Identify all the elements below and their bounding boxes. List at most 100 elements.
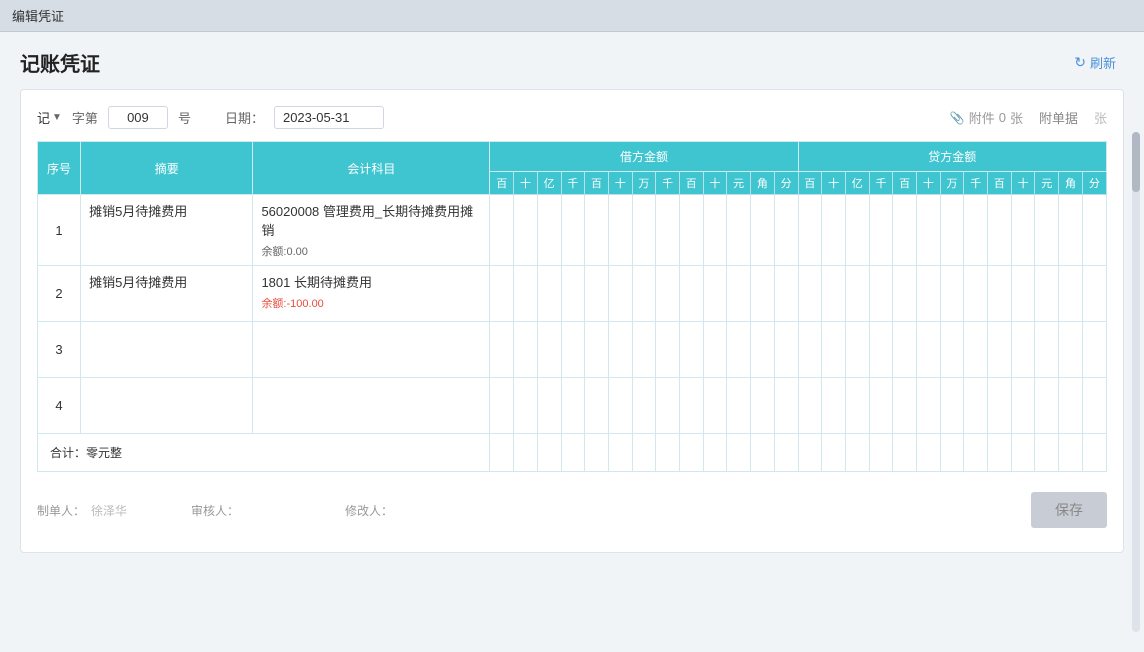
table-row[interactable]: 1摊销5月待摊费用56020008 管理费用_长期待摊费用摊销余额:0.00	[38, 195, 1107, 266]
row-1-debit-10[interactable]	[727, 266, 751, 322]
row-1-account[interactable]: 1801 长期待摊费用余额:-100.00	[253, 266, 490, 322]
attachment-link[interactable]: 📎 附件 0 张	[950, 108, 1023, 127]
row-2-debit-1[interactable]	[514, 322, 538, 378]
row-2-credit-6[interactable]	[940, 322, 964, 378]
row-2-debit-9[interactable]	[703, 322, 727, 378]
row-1-debit-0[interactable]	[490, 266, 514, 322]
row-2-debit-0[interactable]	[490, 322, 514, 378]
row-2-debit-11[interactable]	[751, 322, 775, 378]
row-2-credit-12[interactable]	[1082, 322, 1106, 378]
row-0-debit-9[interactable]	[703, 195, 727, 266]
row-3-credit-5[interactable]	[916, 378, 940, 434]
row-2-debit-3[interactable]	[561, 322, 585, 378]
date-input[interactable]	[274, 106, 384, 129]
row-0-credit-1[interactable]	[822, 195, 846, 266]
row-0-debit-5[interactable]	[608, 195, 632, 266]
row-1-credit-9[interactable]	[1011, 266, 1035, 322]
row-3-credit-2[interactable]	[845, 378, 869, 434]
row-2-debit-5[interactable]	[608, 322, 632, 378]
row-1-credit-0[interactable]	[798, 266, 822, 322]
row-1-debit-12[interactable]	[774, 266, 798, 322]
row-2-credit-7[interactable]	[964, 322, 988, 378]
row-2-debit-12[interactable]	[774, 322, 798, 378]
row-2-credit-1[interactable]	[822, 322, 846, 378]
row-1-debit-9[interactable]	[703, 266, 727, 322]
row-2-credit-10[interactable]	[1035, 322, 1059, 378]
row-0-debit-12[interactable]	[774, 195, 798, 266]
row-3-debit-5[interactable]	[608, 378, 632, 434]
row-2-account[interactable]	[253, 322, 490, 378]
row-0-debit-6[interactable]	[632, 195, 656, 266]
row-1-credit-10[interactable]	[1035, 266, 1059, 322]
row-3-credit-0[interactable]	[798, 378, 822, 434]
row-0-debit-4[interactable]	[585, 195, 609, 266]
row-0-debit-3[interactable]	[561, 195, 585, 266]
row-3-debit-6[interactable]	[632, 378, 656, 434]
row-3-credit-3[interactable]	[869, 378, 893, 434]
row-3-credit-6[interactable]	[940, 378, 964, 434]
row-3-account[interactable]	[253, 378, 490, 434]
row-1-credit-11[interactable]	[1059, 266, 1083, 322]
row-1-credit-7[interactable]	[964, 266, 988, 322]
scrollbar-thumb[interactable]	[1132, 132, 1140, 192]
row-0-credit-2[interactable]	[845, 195, 869, 266]
row-3-credit-10[interactable]	[1035, 378, 1059, 434]
row-0-credit-6[interactable]	[940, 195, 964, 266]
row-1-debit-11[interactable]	[751, 266, 775, 322]
row-0-credit-9[interactable]	[1011, 195, 1035, 266]
row-3-debit-7[interactable]	[656, 378, 680, 434]
row-0-credit-5[interactable]	[916, 195, 940, 266]
row-2-summary[interactable]	[81, 322, 253, 378]
row-3-credit-4[interactable]	[893, 378, 917, 434]
row-1-credit-6[interactable]	[940, 266, 964, 322]
row-3-debit-1[interactable]	[514, 378, 538, 434]
row-1-credit-1[interactable]	[822, 266, 846, 322]
voucher-number-input[interactable]	[108, 106, 168, 129]
row-0-credit-4[interactable]	[893, 195, 917, 266]
row-2-credit-8[interactable]	[988, 322, 1012, 378]
row-1-credit-8[interactable]	[988, 266, 1012, 322]
row-0-debit-7[interactable]	[656, 195, 680, 266]
row-2-debit-8[interactable]	[679, 322, 703, 378]
row-1-debit-6[interactable]	[632, 266, 656, 322]
table-row[interactable]: 4	[38, 378, 1107, 434]
row-3-credit-8[interactable]	[988, 378, 1012, 434]
row-0-summary[interactable]: 摊销5月待摊费用	[81, 195, 253, 266]
row-0-debit-8[interactable]	[679, 195, 703, 266]
row-0-debit-0[interactable]	[490, 195, 514, 266]
row-2-credit-9[interactable]	[1011, 322, 1035, 378]
refresh-button[interactable]: ↻ 刷新	[1066, 49, 1124, 76]
row-3-credit-1[interactable]	[822, 378, 846, 434]
row-1-credit-5[interactable]	[916, 266, 940, 322]
row-1-debit-8[interactable]	[679, 266, 703, 322]
row-2-credit-4[interactable]	[893, 322, 917, 378]
row-2-credit-11[interactable]	[1059, 322, 1083, 378]
row-0-credit-12[interactable]	[1082, 195, 1106, 266]
row-0-credit-7[interactable]	[964, 195, 988, 266]
save-button[interactable]: 保存	[1031, 492, 1107, 528]
row-3-debit-11[interactable]	[751, 378, 775, 434]
row-3-debit-4[interactable]	[585, 378, 609, 434]
row-1-debit-5[interactable]	[608, 266, 632, 322]
row-3-debit-10[interactable]	[727, 378, 751, 434]
row-3-debit-2[interactable]	[537, 378, 561, 434]
row-3-credit-9[interactable]	[1011, 378, 1035, 434]
row-1-credit-3[interactable]	[869, 266, 893, 322]
row-1-debit-7[interactable]	[656, 266, 680, 322]
row-0-credit-10[interactable]	[1035, 195, 1059, 266]
row-1-debit-3[interactable]	[561, 266, 585, 322]
row-3-debit-12[interactable]	[774, 378, 798, 434]
row-1-summary[interactable]: 摊销5月待摊费用	[81, 266, 253, 322]
row-2-credit-2[interactable]	[845, 322, 869, 378]
row-2-credit-5[interactable]	[916, 322, 940, 378]
row-1-credit-2[interactable]	[845, 266, 869, 322]
row-0-credit-8[interactable]	[988, 195, 1012, 266]
row-3-summary[interactable]	[81, 378, 253, 434]
row-3-credit-11[interactable]	[1059, 378, 1083, 434]
row-3-debit-0[interactable]	[490, 378, 514, 434]
row-2-debit-2[interactable]	[537, 322, 561, 378]
row-2-debit-6[interactable]	[632, 322, 656, 378]
row-0-credit-3[interactable]	[869, 195, 893, 266]
row-0-debit-11[interactable]	[751, 195, 775, 266]
row-2-debit-10[interactable]	[727, 322, 751, 378]
